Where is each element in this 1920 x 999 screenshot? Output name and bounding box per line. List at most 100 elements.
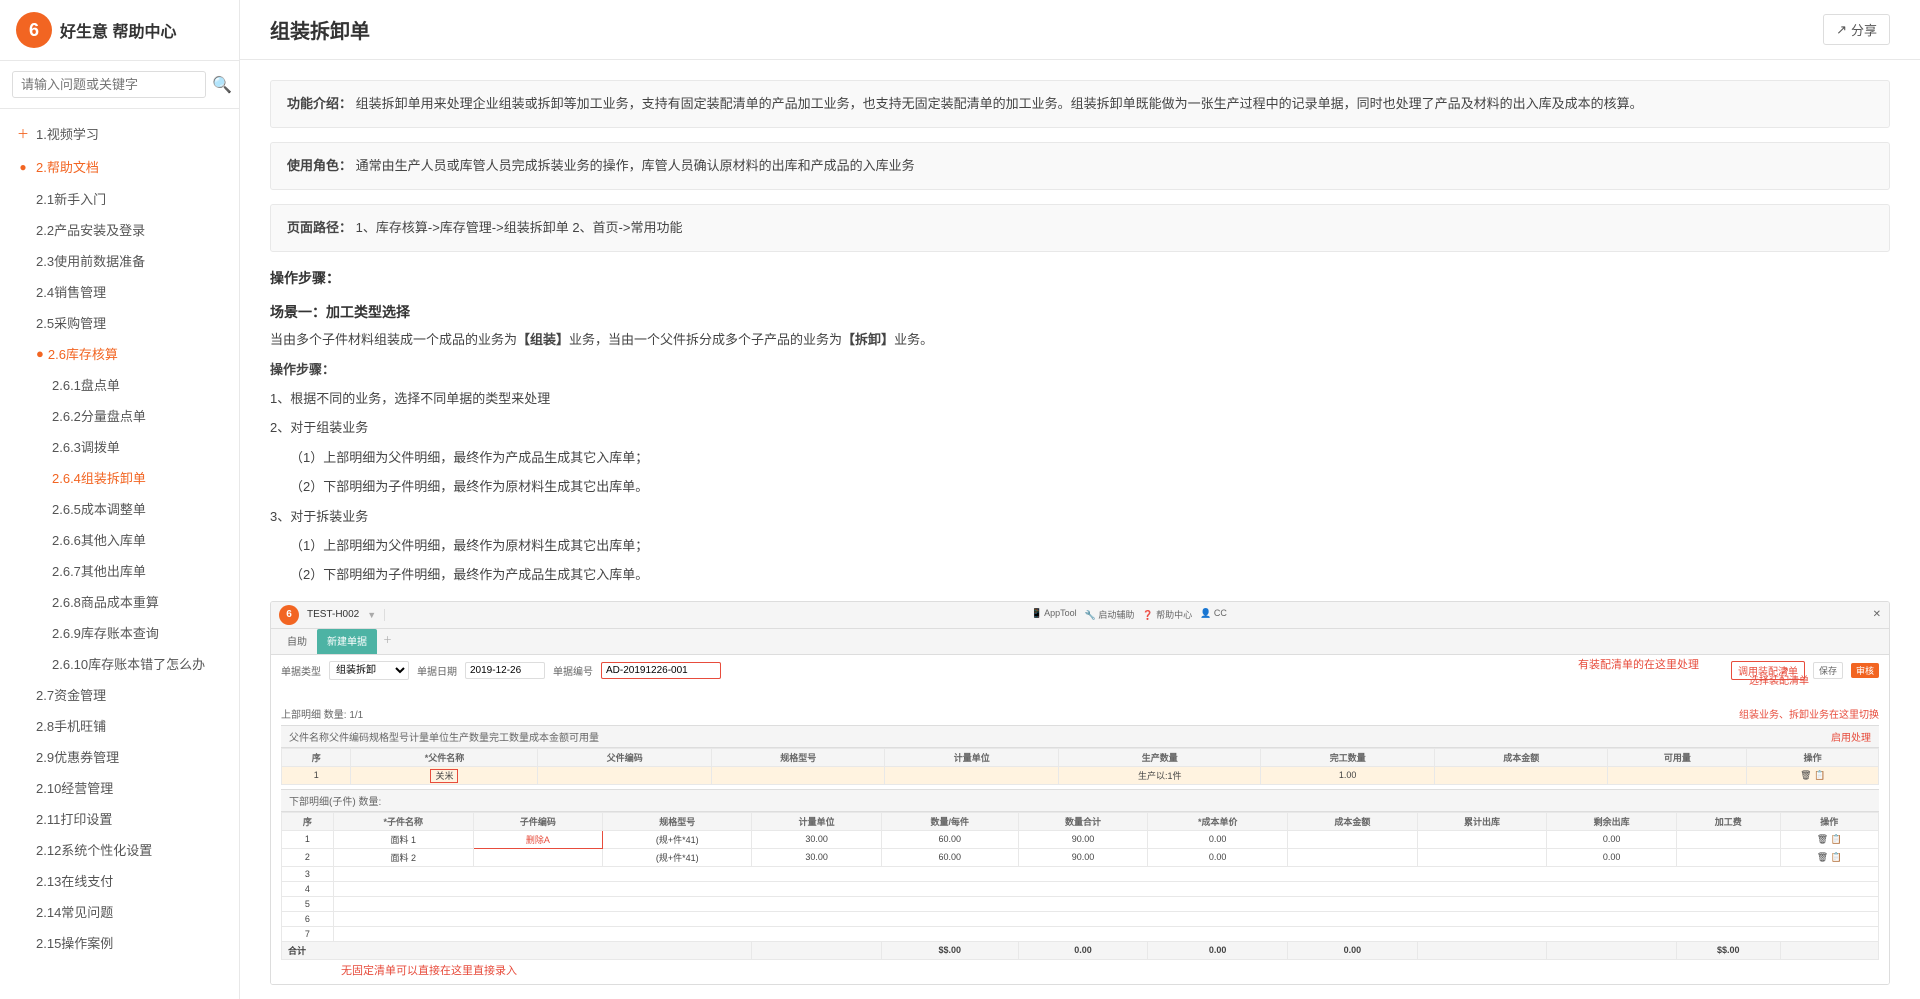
mock-close-icon: ✕ [1873, 609, 1881, 620]
sidebar-item-2-6-9[interactable]: 2.6.9库存账本查询 [0, 617, 239, 648]
minus-icon: ● [16, 160, 30, 174]
mock-logo-icon: 6 [279, 605, 299, 625]
mock-save-btn[interactable]: 审核 [1851, 663, 1879, 678]
sidebar-item-2-9[interactable]: 2.9优惠券管理 [0, 741, 239, 772]
sidebar-item-2-7[interactable]: 2.7资金管理 [0, 679, 239, 710]
step1: 1、根据不同的业务，选择不同单据的类型来处理 [270, 387, 1890, 410]
logo-text: 好生意 帮助中心 [60, 18, 176, 42]
sidebar: 6 好生意 帮助中心 🔍 ＋ 1.视频学习 ● 2.帮助文档 2.1新手入门 2… [0, 0, 240, 999]
table-footer-row: 合计 $$.00 0.00 0.00 0.00 $$.00 [282, 941, 1879, 959]
path-text: 1、库存核算->库存管理->组装拆卸单 2、首页->常用功能 [356, 220, 683, 235]
table-row: 6 [282, 911, 1879, 926]
mock-top-right: 📱 AppTool 🔧 启动辅助 ❓ 帮助中心 👤 CC [1031, 608, 1227, 621]
scene1-title: 场景一：加工类型选择 [270, 302, 1890, 322]
sidebar-item-2-8[interactable]: 2.8手机旺铺 [0, 710, 239, 741]
mock-doc-type-select[interactable]: 组装拆卸 [329, 661, 409, 680]
annotation-no-fixed: 无固定清单可以直接在这里直接录入 [281, 962, 1879, 978]
table-row: 1 关米 生产以:1件 1.00 🗑 📋 [282, 766, 1879, 784]
sidebar-item-2-13[interactable]: 2.13在线支付 [0, 865, 239, 896]
mock-topbar: 6 TEST-H002 ▼ 📱 AppTool 🔧 启动辅助 ❓ 帮助中心 👤 … [271, 602, 1889, 629]
logo-icon: 6 [16, 12, 52, 48]
sidebar-item-2-3[interactable]: 2.3使用前数据准备 [0, 245, 239, 276]
annotation-enable: 启用处理 [1831, 729, 1871, 744]
sidebar-item-2-2[interactable]: 2.2产品安装及登录 [0, 214, 239, 245]
annotation-select-label: 选择装配清单 [1749, 672, 1809, 687]
sidebar-item-2-11[interactable]: 2.11打印设置 [0, 803, 239, 834]
ops-steps-sub-title: 操作步骤： [270, 358, 1890, 381]
page-title: 组装拆卸单 [270, 15, 370, 44]
mock-upper-section: 父件名称 父件编码 规格型号 计量单位 生产数量 完工数量 成本金额 可用量 启… [281, 725, 1879, 748]
sidebar-item-2-6-4[interactable]: 2.6.4组装拆卸单 [0, 462, 239, 493]
mock-lower-section-header: 下部明细(子件) 数量: [281, 789, 1879, 812]
mock-tab-self[interactable]: 自助 [277, 629, 317, 654]
main-area: 组装拆卸单 ↗ 分享 功能介绍： 组装拆卸单用来处理企业组装或拆卸等加工业务，支… [240, 0, 1920, 999]
sidebar-item-2-14[interactable]: 2.14常见问题 [0, 896, 239, 927]
table-row: 1 面料 1 删除A (规+件*41) 30.00 60.00 90.00 0.… [282, 830, 1879, 848]
path-label: 页面路径： [287, 220, 352, 235]
sidebar-item-2-6-10[interactable]: 2.6.10库存账本错了怎么办 [0, 648, 239, 679]
step3-1: （1）上部明细为父件明细，最终作为原材料生成其它出库单； [270, 534, 1890, 557]
func-intro-label: 功能介绍： [287, 96, 352, 111]
screenshot-container: 6 TEST-H002 ▼ 📱 AppTool 🔧 启动辅助 ❓ 帮助中心 👤 … [270, 601, 1890, 985]
sidebar-item-2-6-7[interactable]: 2.6.7其他出库单 [0, 555, 239, 586]
mock-divider [384, 609, 385, 621]
search-button[interactable]: 🔍 [212, 75, 232, 95]
role-block: 使用角色： 通常由生产人员或库管人员完成拆装业务的操作，库管人员确认原材料的出库… [270, 142, 1890, 190]
sidebar-item-2-15[interactable]: 2.15操作案例 [0, 927, 239, 958]
sidebar-item-2-5[interactable]: 2.5采购管理 [0, 307, 239, 338]
sidebar-item-2-6-3[interactable]: 2.6.3调拨单 [0, 431, 239, 462]
mock-tab-new[interactable]: 新建单据 [317, 629, 377, 654]
sidebar-item-2-6-6[interactable]: 2.6.6其他入库单 [0, 524, 239, 555]
sidebar-logo: 6 好生意 帮助中心 [0, 0, 239, 61]
step3: 3、对于拆装业务 [270, 505, 1890, 528]
table-row: 5 [282, 896, 1879, 911]
sidebar-item-2-6-5[interactable]: 2.6.5成本调整单 [0, 493, 239, 524]
sidebar-search-area: 🔍 [0, 61, 239, 109]
step2-1: （1）上部明细为父件明细，最终作为产成品生成其它入库单； [270, 446, 1890, 469]
sidebar-item-2-10[interactable]: 2.10经营管理 [0, 772, 239, 803]
step2-2: （2）下部明细为子件明细，最终作为原材料生成其它出库单。 [270, 475, 1890, 498]
mock-company: TEST-H002 [307, 609, 359, 620]
main-header: 组装拆卸单 ↗ 分享 [240, 0, 1920, 60]
mock-ui: 6 TEST-H002 ▼ 📱 AppTool 🔧 启动辅助 ❓ 帮助中心 👤 … [271, 602, 1889, 984]
mock-form-area: 单据类型 组装拆卸 单据日期 单据编号 调用装配清单 保存 审核 [271, 655, 1889, 984]
table-row: 2 面料 2 (规+件*41) 30.00 60.00 90.00 0.00 [282, 848, 1879, 866]
sidebar-item-docs[interactable]: ● 2.帮助文档 [0, 150, 239, 183]
search-input[interactable] [12, 71, 206, 98]
sidebar-item-2-4[interactable]: 2.4销售管理 [0, 276, 239, 307]
mock-tab-add[interactable]: ＋ [377, 629, 398, 654]
role-label: 使用角色： [287, 158, 352, 173]
sidebar-item-2-6-2[interactable]: 2.6.2分量盘点单 [0, 400, 239, 431]
ops-title: 操作步骤： [270, 268, 1890, 288]
table-row: 3 [282, 866, 1879, 881]
table-row: 7 [282, 926, 1879, 941]
mock-action-btn[interactable]: 保存 [1813, 662, 1843, 679]
mock-docno-input[interactable] [601, 662, 721, 679]
func-intro-text: 组装拆卸单用来处理企业组装或拆卸等加工业务，支持有固定装配清单的产品加工业务，也… [356, 96, 1643, 111]
sidebar-item-2-12[interactable]: 2.12系统个性化设置 [0, 834, 239, 865]
sidebar-item-video[interactable]: ＋ 1.视频学习 [0, 117, 239, 150]
sidebar-item-2-6-1[interactable]: 2.6.1盘点单 [0, 369, 239, 400]
sidebar-item-2-6[interactable]: ● 2.6库存核算 [0, 338, 239, 369]
sidebar-item-2-6-8[interactable]: 2.6.8商品成本重算 [0, 586, 239, 617]
sidebar-nav: ＋ 1.视频学习 ● 2.帮助文档 2.1新手入门 2.2产品安装及登录 2.3… [0, 109, 239, 999]
mock-form-row2: 上部明细 数量: 1/1 组装业务、拆卸业务在这里切换 [281, 706, 1879, 721]
annotation-assembly: 有装配清单的在这里处理 [1578, 656, 1699, 672]
step2: 2、对于组装业务 [270, 416, 1890, 439]
role-text: 通常由生产人员或库管人员完成拆装业务的操作，库管人员确认原材料的出库和产成品的入… [356, 158, 915, 173]
sidebar-item-2-1[interactable]: 2.1新手入门 [0, 183, 239, 214]
cell-parent-name: 关米 [430, 769, 458, 783]
main-content: 功能介绍： 组装拆卸单用来处理企业组装或拆卸等加工业务，支持有固定装配清单的产品… [240, 60, 1920, 999]
mock-date-input[interactable] [465, 662, 545, 679]
step3-2: （2）下部明细为子件明细，最终作为产成品生成其它入库单。 [270, 563, 1890, 586]
share-icon: ↗ [1836, 22, 1847, 38]
minus-circle-icon: ● [36, 346, 44, 361]
mock-lower-table: 序 *子件名称 子件编码 规格型号 计量单位 数量/每件 数量合计 *成本单价 … [281, 812, 1879, 960]
path-block: 页面路径： 1、库存核算->库存管理->组装拆卸单 2、首页->常用功能 [270, 204, 1890, 252]
mock-tabs: 自助 新建单据 ＋ [271, 629, 1889, 655]
share-button[interactable]: ↗ 分享 [1823, 14, 1890, 45]
func-intro-block: 功能介绍： 组装拆卸单用来处理企业组装或拆卸等加工业务，支持有固定装配清单的产品… [270, 80, 1890, 128]
mock-upper-table: 序 *父件名称 父件编码 规格型号 计量单位 生产数量 完工数量 成本金额 可用… [281, 748, 1879, 785]
plus-icon: ＋ [16, 127, 30, 141]
scene1-desc: 当由多个子件材料组装成一个成品的业务为【组装】业务，当由一个父件拆分成多个子产品… [270, 328, 1890, 351]
